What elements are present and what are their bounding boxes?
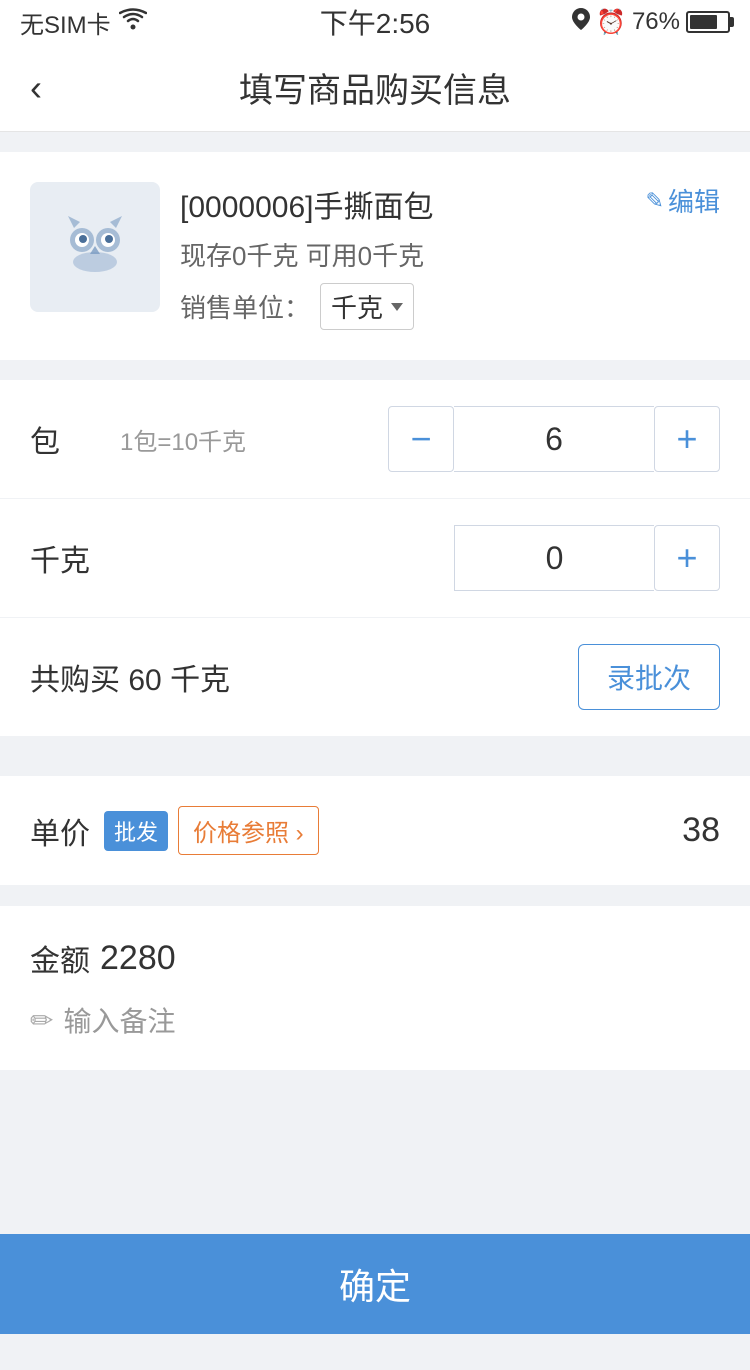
batch-button[interactable]: 录批次	[578, 644, 720, 710]
price-label: 单价	[30, 809, 90, 853]
divider-1	[0, 360, 750, 380]
location-icon	[572, 8, 590, 37]
price-section: 单价 批发 价格参照 › 38	[0, 776, 750, 886]
bag-quantity-controls: − +	[388, 406, 720, 472]
edit-label: 编辑	[668, 182, 720, 219]
unit-value: 千克	[331, 288, 383, 325]
alarm-icon: ⏰	[596, 8, 626, 37]
confirm-label: 确定	[339, 1258, 411, 1310]
battery-percent: 76%	[632, 8, 680, 36]
status-time: 下午2:56	[320, 2, 431, 42]
amount-row: 金额 2280	[30, 936, 720, 980]
divider-2	[0, 736, 750, 756]
price-ref-button[interactable]: 价格参照 ›	[178, 806, 319, 855]
nav-bar: ‹ 填写商品购买信息	[0, 44, 750, 132]
edit-icon: ✎	[646, 188, 664, 214]
product-unit-row: 销售单位： 千克	[180, 283, 720, 330]
total-row: 共购买 60 千克 录批次	[0, 618, 750, 736]
bag-hint: 1包=10千克	[120, 422, 388, 457]
status-bar: 无SIM卡 下午2:56 ⏰ 76%	[0, 0, 750, 44]
amount-label: 金额	[30, 936, 90, 980]
amount-value: 2280	[100, 939, 176, 978]
bag-quantity-input[interactable]	[454, 406, 654, 472]
kg-quantity-input[interactable]	[454, 525, 654, 591]
amount-section: 金额 2280 ✏ 输入备注	[0, 906, 750, 1070]
product-stock: 现存0千克 可用0千克	[180, 236, 720, 273]
edit-button[interactable]: ✎ 编辑	[646, 182, 720, 219]
remark-row[interactable]: ✏ 输入备注	[30, 1000, 720, 1040]
quantity-section: 包 1包=10千克 − + 千克 + 共购买 60 千克 录批次	[0, 380, 750, 736]
kg-plus-button[interactable]: +	[654, 525, 720, 591]
total-text: 共购买 60 千克	[30, 655, 230, 699]
product-name: [0000006]手撕面包	[180, 182, 720, 226]
status-right: ⏰ 76%	[572, 8, 730, 37]
unit-label: 销售单位：	[180, 288, 310, 325]
total-label: 共购买	[30, 664, 120, 697]
price-value: 38	[682, 811, 720, 850]
pencil-icon: ✏	[30, 1004, 53, 1037]
wifi-icon	[119, 8, 147, 37]
bag-minus-button[interactable]: −	[388, 406, 454, 472]
unit-dropdown[interactable]: 千克	[320, 283, 414, 330]
confirm-button[interactable]: 确定	[0, 1234, 750, 1334]
kg-quantity-row: 千克 +	[0, 499, 750, 618]
product-card: [0000006]手撕面包 现存0千克 可用0千克 销售单位： 千克 ✎ 编辑	[0, 152, 750, 360]
product-image	[30, 182, 160, 312]
back-button[interactable]: ‹	[30, 67, 42, 109]
carrier-text: 无SIM卡	[20, 5, 111, 40]
total-amount: 60	[128, 664, 161, 697]
price-tag: 批发	[104, 811, 168, 851]
battery-icon	[686, 11, 730, 33]
kg-quantity-controls: +	[454, 525, 720, 591]
bag-label: 包	[30, 417, 110, 461]
back-icon: ‹	[30, 67, 42, 108]
total-unit: 千克	[170, 664, 230, 697]
chevron-down-icon	[391, 303, 403, 311]
remark-placeholder: 输入备注	[63, 1000, 175, 1040]
price-row: 单价 批发 价格参照 › 38	[0, 776, 750, 886]
kg-label: 千克	[30, 536, 110, 580]
product-info: [0000006]手撕面包 现存0千克 可用0千克 销售单位： 千克	[180, 182, 720, 330]
product-logo	[60, 212, 130, 282]
status-left: 无SIM卡	[20, 5, 147, 40]
bag-plus-button[interactable]: +	[654, 406, 720, 472]
page-title: 填写商品购买信息	[239, 63, 511, 112]
bag-quantity-row: 包 1包=10千克 − +	[0, 380, 750, 499]
